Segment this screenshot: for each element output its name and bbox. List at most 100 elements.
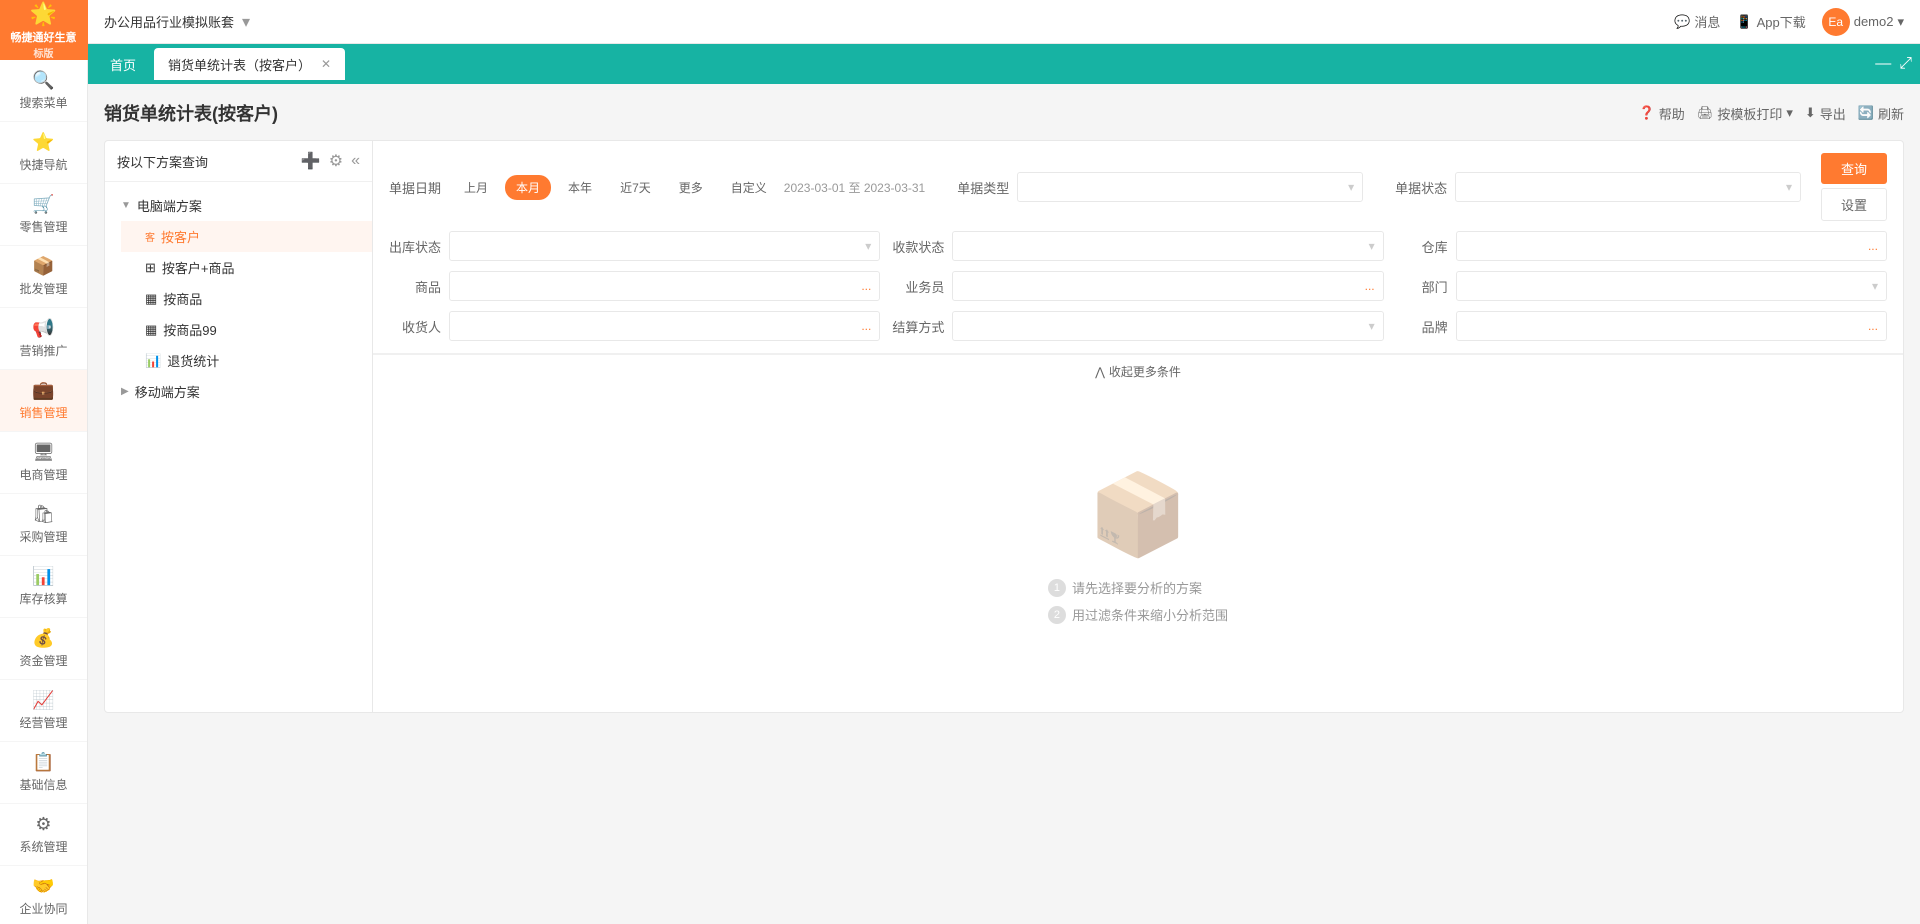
query-button[interactable]: 查询: [1821, 153, 1887, 184]
hint-num-2: 2: [1048, 606, 1066, 624]
recipient-input[interactable]: ...: [449, 311, 880, 341]
user-menu[interactable]: Ea demo2 ▾: [1822, 8, 1904, 36]
page-title: 销货单统计表(按客户): [104, 100, 278, 126]
date-btn-this-year[interactable]: 本年: [557, 175, 603, 200]
app-subtitle: 标版: [34, 45, 54, 60]
warehouse-more-icon[interactable]: ...: [1868, 239, 1878, 253]
date-btn-last-7[interactable]: 近7天: [609, 175, 662, 200]
collapse-up-icon: ⋀: [1095, 365, 1105, 379]
filter-row-3: 商品 ... 业务员 ...: [389, 271, 1887, 301]
filter-row-4: 收货人 ... 结算方式 ▾: [389, 311, 1887, 341]
salesperson-input[interactable]: ...: [952, 271, 1383, 301]
tab-close-icon[interactable]: ✕: [321, 57, 331, 71]
sidebar-item-operations[interactable]: 📈 经营管理: [0, 680, 87, 742]
query-sidebar-header: 按以下方案查询 ➕ ⚙ «: [105, 141, 372, 182]
tree-subitem-by-product-99[interactable]: ▦ 按商品99: [121, 314, 372, 345]
settlement-col: 结算方式 ▾: [892, 311, 1383, 341]
export-button[interactable]: ⬇ 导出: [1805, 104, 1846, 123]
tree-subitem-return-stats[interactable]: 📊 退货统计: [121, 345, 372, 376]
settings-button[interactable]: 设置: [1821, 188, 1887, 221]
doc-type-select[interactable]: ▾: [1017, 172, 1363, 202]
dept-arrow-icon: ▾: [1872, 279, 1878, 293]
tree-subitem-label: 按客户+商品: [162, 258, 235, 277]
query-sidebar: 按以下方案查询 ➕ ⚙ « ▼ 电脑端方案: [105, 141, 373, 712]
sidebar-item-retail[interactable]: 🛒 零售管理: [0, 184, 87, 246]
brand-more-icon[interactable]: ...: [1868, 319, 1878, 333]
date-btn-last-month[interactable]: 上月: [453, 175, 499, 200]
tree-item-desktop[interactable]: ▼ 电脑端方案: [105, 190, 372, 221]
sidebar-item-finance[interactable]: 💰 资金管理: [0, 618, 87, 680]
sidebar-item-search[interactable]: 🔍 搜索菜单: [0, 60, 87, 122]
date-btn-custom[interactable]: 自定义: [720, 175, 778, 200]
tab-sales-stat[interactable]: 销货单统计表（按客户） ✕: [154, 48, 345, 80]
sidebar-item-inventory[interactable]: 📊 库存核算: [0, 556, 87, 618]
message-button[interactable]: 💬 消息: [1674, 12, 1720, 31]
sidebar-item-basicinfo[interactable]: 📋 基础信息: [0, 742, 87, 804]
collapse-sidebar-button[interactable]: «: [351, 152, 360, 170]
topbar-left: 办公用品行业模拟账套 ▾: [104, 12, 250, 32]
brand-input[interactable]: ...: [1456, 311, 1887, 341]
print-button[interactable]: 🖨 按模板打印 ▾: [1697, 104, 1793, 123]
filter-row-1: 单据日期 上月 本月 本年 近7天 更多 自定义 2023-03-01 至 20…: [389, 153, 1887, 221]
message-label: 消息: [1694, 12, 1720, 31]
recipient-more-icon[interactable]: ...: [861, 319, 871, 333]
dept-label: 部门: [1396, 277, 1448, 296]
ecommerce-icon: 🖥: [32, 442, 55, 463]
salesperson-label: 业务员: [892, 277, 944, 296]
tree-subitem-by-customer-product[interactable]: ⊞ 按客户+商品: [121, 252, 372, 283]
app-download-button[interactable]: 📱 App下载: [1736, 12, 1805, 31]
help-icon: ❓: [1639, 105, 1655, 121]
product-input[interactable]: ...: [449, 271, 880, 301]
salesperson-more-icon[interactable]: ...: [1365, 279, 1375, 293]
sidebar-item-sales[interactable]: 💼 销售管理: [0, 370, 87, 432]
doc-type-label: 单据类型: [957, 178, 1009, 197]
out-status-select[interactable]: ▾: [449, 231, 880, 261]
tab-home[interactable]: 首页: [96, 48, 150, 80]
date-btn-more[interactable]: 更多: [668, 175, 714, 200]
message-icon: 💬: [1674, 14, 1690, 30]
user-dropdown-icon: ▾: [1897, 14, 1904, 30]
sidebar-item-label: 搜索菜单: [19, 94, 67, 111]
sidebar-item-label: 系统管理: [19, 838, 67, 855]
collapse-more-button[interactable]: ⋀ 收起更多条件: [1095, 363, 1181, 380]
main-area: 办公用品行业模拟账套 ▾ 💬 消息 📱 App下载 Ea demo2 ▾ 首页 …: [88, 0, 1920, 924]
settlement-select[interactable]: ▾: [952, 311, 1383, 341]
sidebar-item-label: 资金管理: [19, 652, 67, 669]
operations-icon: 📈: [32, 690, 54, 711]
doc-status-select[interactable]: ▾: [1455, 172, 1801, 202]
refresh-button[interactable]: 🔄 刷新: [1858, 104, 1904, 123]
tree-item-label: 移动端方案: [135, 382, 200, 401]
sales-stat-tab-label: 销货单统计表（按客户）: [168, 55, 311, 74]
product-more-icon[interactable]: ...: [861, 279, 871, 293]
sidebar-item-marketing[interactable]: 📢 营销推广: [0, 308, 87, 370]
tree-subitem-by-product[interactable]: ▦ 按商品: [121, 283, 372, 314]
warehouse-input[interactable]: ...: [1456, 231, 1887, 261]
help-button[interactable]: ❓ 帮助: [1639, 104, 1685, 123]
brand-col: 品牌 ...: [1396, 311, 1887, 341]
date-btn-this-month[interactable]: 本月: [505, 175, 551, 200]
sidebar-item-label: 企业协同: [19, 900, 67, 917]
sidebar-item-system[interactable]: ⚙ 系统管理: [0, 804, 87, 866]
sidebar-item-enterprise[interactable]: 🤝 企业协同: [0, 866, 87, 924]
add-scheme-button[interactable]: ➕: [301, 151, 321, 171]
sidebar-item-label: 销售管理: [19, 404, 67, 421]
tab-maximize-icon[interactable]: ⤢: [1899, 55, 1912, 73]
tab-minimize-icon[interactable]: —: [1875, 55, 1891, 73]
tree-item-mobile[interactable]: ▶ 移动端方案: [105, 376, 372, 407]
topbar-dropdown-icon[interactable]: ▾: [242, 12, 250, 32]
sidebar-item-purchase[interactable]: 🛍 采购管理: [0, 494, 87, 556]
warehouse-label: 仓库: [1396, 237, 1448, 256]
receipt-status-select[interactable]: ▾: [952, 231, 1383, 261]
tree-children-desktop: 客 按客户 ⊞ 按客户+商品 ▦ 按商品: [105, 221, 372, 376]
query-main: 单据日期 上月 本月 本年 近7天 更多 自定义 2023-03-01 至 20…: [373, 141, 1903, 712]
sidebar-item-label: 批发管理: [19, 280, 67, 297]
sidebar-nav: 🔍 搜索菜单 ⭐ 快捷导航 🛒 零售管理 📦 批发管理 📢 营销推广 💼 销售管…: [0, 60, 87, 924]
edit-scheme-button[interactable]: ⚙: [329, 151, 343, 171]
sidebar-item-ecommerce[interactable]: 🖥 电商管理: [0, 432, 87, 494]
system-icon: ⚙: [35, 814, 51, 835]
quicknav-icon: ⭐: [32, 132, 54, 153]
tree-subitem-by-customer[interactable]: 客 按客户: [121, 221, 372, 252]
dept-select[interactable]: ▾: [1456, 271, 1887, 301]
sidebar-item-quicknav[interactable]: ⭐ 快捷导航: [0, 122, 87, 184]
sidebar-item-wholesale[interactable]: 📦 批发管理: [0, 246, 87, 308]
